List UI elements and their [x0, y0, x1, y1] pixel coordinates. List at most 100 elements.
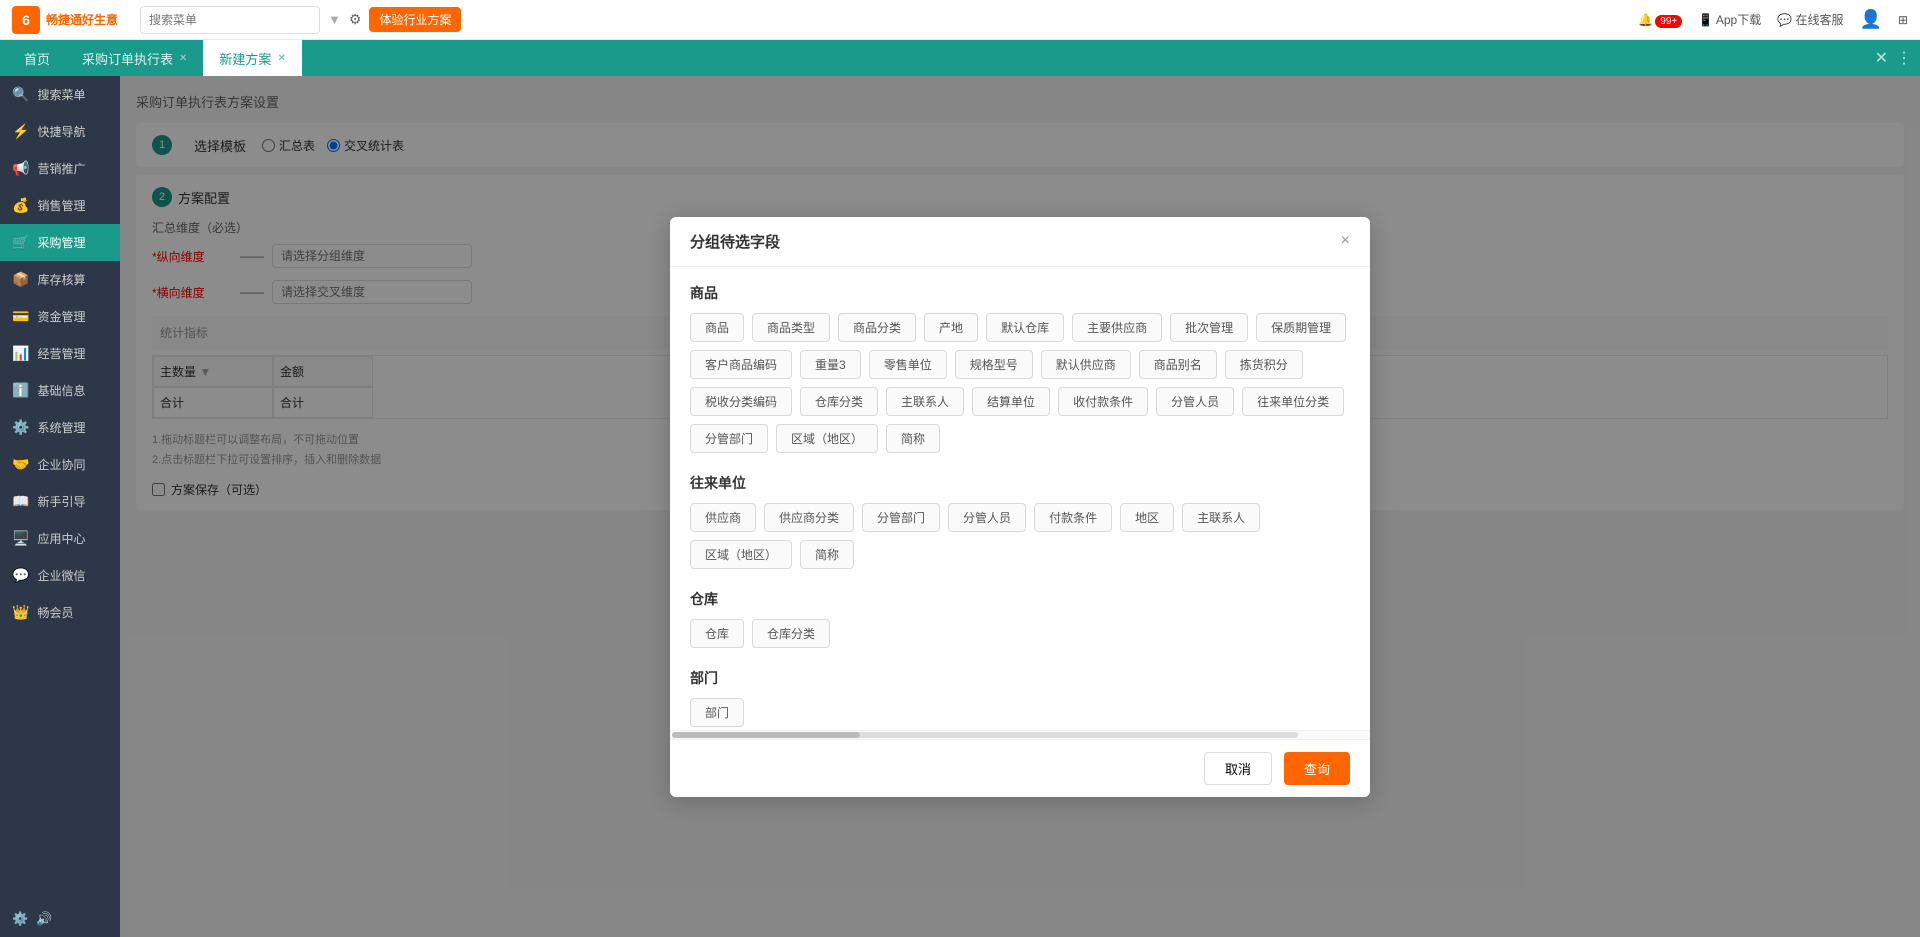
sidebar-item-marketing-label: 营销推广 — [37, 160, 85, 177]
field-tag-payment-terms[interactable]: 收付款条件 — [1058, 387, 1148, 416]
guide-icon: 📖 — [12, 493, 29, 510]
field-tag-shelf-life[interactable]: 保质期管理 — [1256, 313, 1346, 342]
field-tag-short-name-product[interactable]: 简称 — [886, 424, 940, 453]
search-input[interactable] — [140, 6, 320, 34]
sidebar-settings-icon[interactable]: ⚙️ — [12, 911, 28, 927]
notification-badge: 99+ — [1655, 15, 1682, 28]
sidebar-item-collab[interactable]: 🤝 企业协同 — [0, 446, 120, 483]
sidebar-item-purchase[interactable]: 🛒 采购管理 — [0, 224, 120, 261]
sales-icon: 💰 — [12, 197, 29, 214]
dropdown-arrow-icon[interactable]: ▼ — [328, 12, 341, 27]
sidebar-item-inventory[interactable]: 📦 库存核算 — [0, 261, 120, 298]
field-tag-product-alias[interactable]: 商品别名 — [1139, 350, 1217, 379]
field-group-dept-title: 部门 — [690, 668, 1350, 688]
sidebar-item-appcenter[interactable]: 🖥️ 应用中心 — [0, 520, 120, 557]
field-tag-supplier[interactable]: 供应商 — [690, 503, 756, 532]
sidebar-item-member[interactable]: 👑 畅会员 — [0, 594, 120, 631]
field-tag-supervisor[interactable]: 分管人员 — [1156, 387, 1234, 416]
sidebar-item-sales[interactable]: 💰 销售管理 — [0, 187, 120, 224]
sidebar-audio-icon[interactable]: 🔊 — [36, 911, 52, 927]
field-tag-payment-cond[interactable]: 付款条件 — [1034, 503, 1112, 532]
settings-icon[interactable]: ⚙ — [349, 11, 362, 28]
sidebar-item-finance[interactable]: 💳 资金管理 — [0, 298, 120, 335]
field-tag-supplier-category[interactable]: 供应商分类 — [764, 503, 854, 532]
sidebar-item-wechat[interactable]: 💬 企业微信 — [0, 557, 120, 594]
user-avatar[interactable]: 👤 — [1860, 9, 1882, 30]
field-tag-product-category[interactable]: 商品分类 — [838, 313, 916, 342]
field-tag-partner-category[interactable]: 往来单位分类 — [1242, 387, 1344, 416]
sidebar-item-inventory-label: 库存核算 — [37, 271, 85, 288]
tab-purchase-close-icon[interactable]: ✕ — [179, 53, 187, 64]
field-tag-origin[interactable]: 产地 — [924, 313, 978, 342]
sidebar-item-operations[interactable]: 📊 经营管理 — [0, 335, 120, 372]
field-tag-spec-model[interactable]: 规格型号 — [955, 350, 1033, 379]
field-tag-staff-partner[interactable]: 分管人员 — [948, 503, 1026, 532]
tab-new-plan-close-icon[interactable]: ✕ — [277, 53, 285, 64]
sidebar-item-system-label: 系统管理 — [37, 419, 85, 436]
modal-close-button[interactable]: × — [1341, 232, 1350, 250]
sidebar-item-marketing[interactable]: 📢 营销推广 — [0, 150, 120, 187]
field-tag-tax-code[interactable]: 税收分类编码 — [690, 387, 792, 416]
top-bar: 6 畅捷通好生意 ▼ ⚙ 体验行业方案 🔔99+ 📱 App下载 💬 在线客服 … — [0, 0, 1920, 40]
sidebar-item-quicknav[interactable]: ⚡ 快捷导航 — [0, 113, 120, 150]
sidebar-item-wechat-label: 企业微信 — [37, 567, 85, 584]
finance-icon: 💳 — [12, 308, 29, 325]
collab-icon: 🤝 — [12, 456, 29, 473]
tab-menu-icon[interactable]: ⋮ — [1896, 48, 1912, 68]
trial-button[interactable]: 体验行业方案 — [369, 7, 461, 32]
tab-new-plan[interactable]: 新建方案 ✕ — [203, 40, 301, 76]
sidebar-item-appcenter-label: 应用中心 — [37, 530, 85, 547]
field-group-partner-title: 往来单位 — [690, 473, 1350, 493]
modal-cancel-button[interactable]: 取消 — [1204, 752, 1272, 785]
modal-horizontal-scrollbar[interactable] — [670, 730, 1370, 738]
field-tag-region-partner[interactable]: 区域（地区） — [690, 540, 792, 569]
modal-confirm-button[interactable]: 查询 — [1284, 752, 1350, 785]
modal-footer: 取消 查询 — [670, 739, 1370, 797]
field-tag-product[interactable]: 商品 — [690, 313, 744, 342]
field-tag-warehouse[interactable]: 仓库 — [690, 619, 744, 648]
sidebar-item-member-label: 畅会员 — [37, 604, 73, 621]
field-tag-area[interactable]: 地区 — [1120, 503, 1174, 532]
field-tag-retail-unit[interactable]: 零售单位 — [869, 350, 947, 379]
app-download-link[interactable]: 📱 App下载 — [1698, 11, 1761, 28]
field-tag-short-name-partner[interactable]: 简称 — [800, 540, 854, 569]
field-tag-weight[interactable]: 重量3 — [800, 350, 861, 379]
field-tag-contact-partner[interactable]: 主联系人 — [1182, 503, 1260, 532]
field-tag-customer-code[interactable]: 客户商品编码 — [690, 350, 792, 379]
purchase-icon: 🛒 — [12, 234, 29, 251]
field-tag-region-product[interactable]: 区域（地区） — [776, 424, 878, 453]
field-tag-default-supplier[interactable]: 默认供应商 — [1041, 350, 1131, 379]
field-tag-main-supplier[interactable]: 主要供应商 — [1072, 313, 1162, 342]
field-group-partner: 往来单位 供应商 供应商分类 分管部门 分管人员 付款条件 地区 主联系人 区域… — [690, 473, 1350, 569]
field-tag-batch-mgmt[interactable]: 批次管理 — [1170, 313, 1248, 342]
sidebar-item-search[interactable]: 🔍 搜索菜单 — [0, 76, 120, 113]
tab-purchase-order[interactable]: 采购订单执行表 ✕ — [66, 40, 203, 76]
field-tag-warehouse-cat[interactable]: 仓库分类 — [752, 619, 830, 648]
field-tag-default-warehouse[interactable]: 默认仓库 — [986, 313, 1064, 342]
sidebar-item-guide[interactable]: 📖 新手引导 — [0, 483, 120, 520]
message-icon[interactable]: 🔔99+ — [1638, 13, 1682, 27]
modal-title: 分组待选字段 — [690, 231, 780, 252]
field-tag-warehouse-category[interactable]: 仓库分类 — [800, 387, 878, 416]
field-tag-pick-points[interactable]: 拣货积分 — [1225, 350, 1303, 379]
operations-icon: 📊 — [12, 345, 29, 362]
sidebar-item-system[interactable]: ⚙️ 系统管理 — [0, 409, 120, 446]
online-service-link[interactable]: 💬 在线客服 — [1777, 11, 1843, 28]
field-tag-settlement-unit[interactable]: 结算单位 — [972, 387, 1050, 416]
field-tag-product-type[interactable]: 商品类型 — [752, 313, 830, 342]
sidebar-item-search-label: 搜索菜单 — [37, 86, 85, 103]
tab-home[interactable]: 首页 — [8, 40, 66, 76]
content-area: 采购订单执行表方案设置 1 选择模板 汇总表 交叉统计表 2 方案配置 汇总维度… — [120, 76, 1920, 937]
field-tag-main-contact[interactable]: 主联系人 — [886, 387, 964, 416]
sidebar-item-basicinfo[interactable]: ℹ️ 基础信息 — [0, 372, 120, 409]
quicknav-icon: ⚡ — [12, 123, 29, 140]
field-tag-dept[interactable]: 部门 — [690, 698, 744, 727]
expand-icon[interactable]: ⊞ — [1898, 13, 1908, 27]
field-tag-dept-managed[interactable]: 分管部门 — [690, 424, 768, 453]
sidebar-item-basicinfo-label: 基础信息 — [37, 382, 85, 399]
modal-header: 分组待选字段 × — [670, 217, 1370, 267]
close-all-tabs-icon[interactable]: ✕ — [1875, 48, 1888, 68]
field-tags-product: 商品 商品类型 商品分类 产地 默认仓库 主要供应商 批次管理 保质期管理 客户… — [690, 313, 1350, 453]
field-tag-dept-partner[interactable]: 分管部门 — [862, 503, 940, 532]
sidebar-item-sales-label: 销售管理 — [37, 197, 85, 214]
